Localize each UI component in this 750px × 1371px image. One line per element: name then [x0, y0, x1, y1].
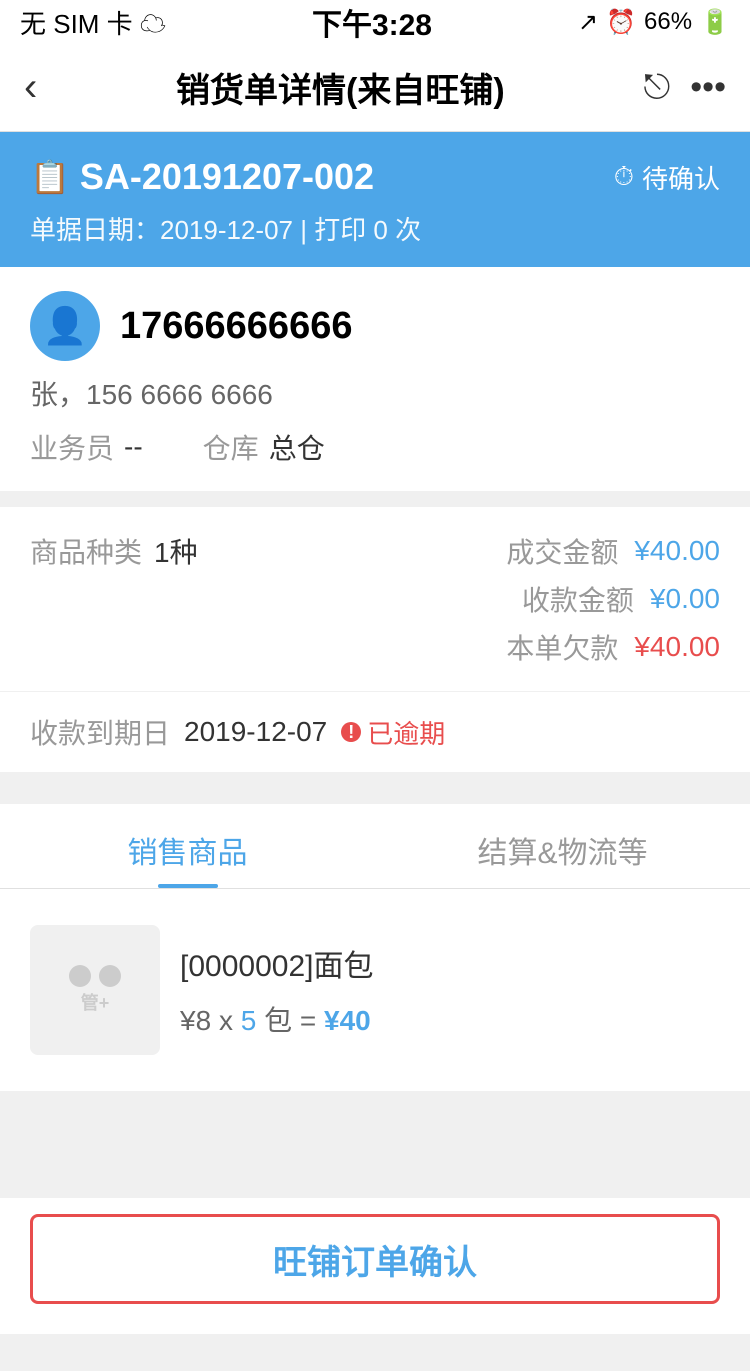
battery-label: 66% — [644, 8, 692, 36]
product-type-value: 1种 — [154, 531, 198, 571]
warehouse-label: 仓库 — [203, 427, 259, 467]
share-icon[interactable]: ⎋ — [643, 68, 670, 107]
overdue-icon: ! — [341, 722, 361, 742]
product-thumb-owl: 管+ — [69, 965, 121, 1015]
received-amount-value: ¥0.00 — [650, 583, 720, 615]
transaction-amount-value: ¥40.00 — [634, 535, 720, 567]
unit-value: 包 — [264, 1005, 292, 1036]
tabs-container: 销售商品 结算&物流等 — [0, 804, 750, 889]
clock-icon: ⏰ — [606, 8, 636, 37]
order-date: 单据日期：2019-12-07 | 打印 0 次 — [30, 210, 720, 247]
customer-top: 👤 17666666666 — [30, 291, 720, 361]
order-id-text: SA-20191207-002 — [80, 156, 374, 198]
transaction-amount-row: 成交金额 ¥40.00 — [506, 531, 720, 571]
customer-meta: 业务员 -- 仓库 总仓 — [30, 427, 720, 467]
amounts: 成交金额 ¥40.00 收款金额 ¥0.00 本单欠款 ¥40.00 — [506, 531, 720, 667]
product-type-field: 商品种类 1种 — [30, 531, 198, 571]
product-thumbnail: 管+ — [30, 925, 160, 1055]
warehouse-field: 仓库 总仓 — [203, 427, 325, 467]
tab-sales-products-label: 销售商品 — [128, 837, 248, 870]
salesperson-value: -- — [124, 431, 143, 463]
owed-amount-value: ¥40.00 — [634, 631, 720, 663]
transaction-amount-label: 成交金额 — [506, 531, 618, 571]
more-icon[interactable]: ••• — [690, 68, 726, 107]
owl-eyes — [69, 965, 121, 987]
summary-card: 商品种类 1种 成交金额 ¥40.00 收款金额 ¥0.00 本单欠款 ¥40.… — [0, 507, 750, 691]
divider-1 — [0, 491, 750, 507]
price-value: ¥8 — [180, 1005, 211, 1036]
summary-row: 商品种类 1种 成交金额 ¥40.00 收款金额 ¥0.00 本单欠款 ¥40.… — [30, 531, 720, 667]
status-time: 下午3:28 — [312, 0, 432, 44]
due-date-value: 2019-12-07 — [184, 716, 327, 748]
order-header: 📋 SA-20191207-002 ⏱ 待确认 单据日期：2019-12-07 … — [0, 132, 750, 267]
page-title: 销货单详情(来自旺铺) — [176, 63, 505, 112]
product-name: [0000002]面包 — [180, 941, 720, 985]
received-amount-label: 收款金额 — [522, 579, 634, 619]
divider-2 — [0, 772, 750, 788]
customer-name: 张，156 6666 6666 — [30, 373, 720, 413]
no-sim-label: 无 SIM 卡 ☁ — [20, 4, 166, 41]
avatar-icon: 👤 — [43, 305, 88, 347]
avatar: 👤 — [30, 291, 100, 361]
nav-bar: ‹ 销货单详情(来自旺铺) ⎋ ••• — [0, 44, 750, 132]
qty-value: 5 — [241, 1005, 257, 1036]
price-separator: x — [219, 1005, 241, 1036]
clock-icon: ⏱ — [614, 161, 634, 193]
due-date-label: 收款到期日 — [30, 712, 170, 752]
nav-actions: ⎋ ••• — [643, 68, 726, 107]
battery-icon: 🔋 — [700, 8, 730, 37]
bottom-bar: 旺铺订单确认 — [0, 1198, 750, 1334]
status-left: 无 SIM 卡 ☁ — [20, 4, 166, 41]
status-text: 待确认 — [642, 159, 720, 196]
due-date-card: 收款到期日 2019-12-07 ! 已逾期 — [0, 692, 750, 772]
order-status: ⏱ 待确认 — [614, 159, 720, 196]
product-info: [0000002]面包 ¥8 x 5 包 = ¥40 — [180, 941, 720, 1039]
status-right: ↗ ⏰ 66% 🔋 — [578, 8, 730, 37]
owed-amount-label: 本单欠款 — [506, 627, 618, 667]
salesperson-field: 业务员 -- — [30, 427, 143, 467]
overdue-text: 已逾期 — [367, 714, 445, 751]
confirm-button[interactable]: 旺铺订单确认 — [30, 1214, 720, 1304]
location-icon: ↗ — [578, 8, 598, 37]
product-price: ¥8 x 5 包 = ¥40 — [180, 999, 720, 1039]
warehouse-value: 总仓 — [269, 427, 325, 467]
back-button[interactable]: ‹ — [24, 65, 37, 110]
tab-settlement-logistics[interactable]: 结算&物流等 — [375, 804, 750, 888]
owl-eye-left — [69, 965, 91, 987]
total-value: ¥40 — [324, 1005, 371, 1036]
overdue-badge: ! 已逾期 — [341, 714, 445, 751]
received-amount-row: 收款金额 ¥0.00 — [522, 579, 720, 619]
tab-settlement-logistics-label: 结算&物流等 — [477, 837, 647, 870]
owed-amount-row: 本单欠款 ¥40.00 — [506, 627, 720, 667]
product-type-label: 商品种类 — [30, 531, 142, 571]
product-list: 管+ [0000002]面包 ¥8 x 5 包 = ¥40 — [0, 889, 750, 1091]
order-header-top: 📋 SA-20191207-002 ⏱ 待确认 — [30, 156, 720, 198]
equals-sign: = — [300, 1005, 324, 1036]
status-bar: 无 SIM 卡 ☁ 下午3:28 ↗ ⏰ 66% 🔋 — [0, 0, 750, 44]
customer-phone: 17666666666 — [120, 305, 352, 348]
tab-sales-products[interactable]: 销售商品 — [0, 804, 375, 888]
owl-eye-right — [99, 965, 121, 987]
order-id: 📋 SA-20191207-002 — [30, 156, 374, 198]
order-icon: 📋 — [30, 158, 70, 196]
customer-card: 👤 17666666666 张，156 6666 6666 业务员 -- 仓库 … — [0, 267, 750, 491]
owl-body-text: 管+ — [81, 989, 110, 1015]
salesperson-label: 业务员 — [30, 427, 114, 467]
table-row: 管+ [0000002]面包 ¥8 x 5 包 = ¥40 — [30, 909, 720, 1071]
